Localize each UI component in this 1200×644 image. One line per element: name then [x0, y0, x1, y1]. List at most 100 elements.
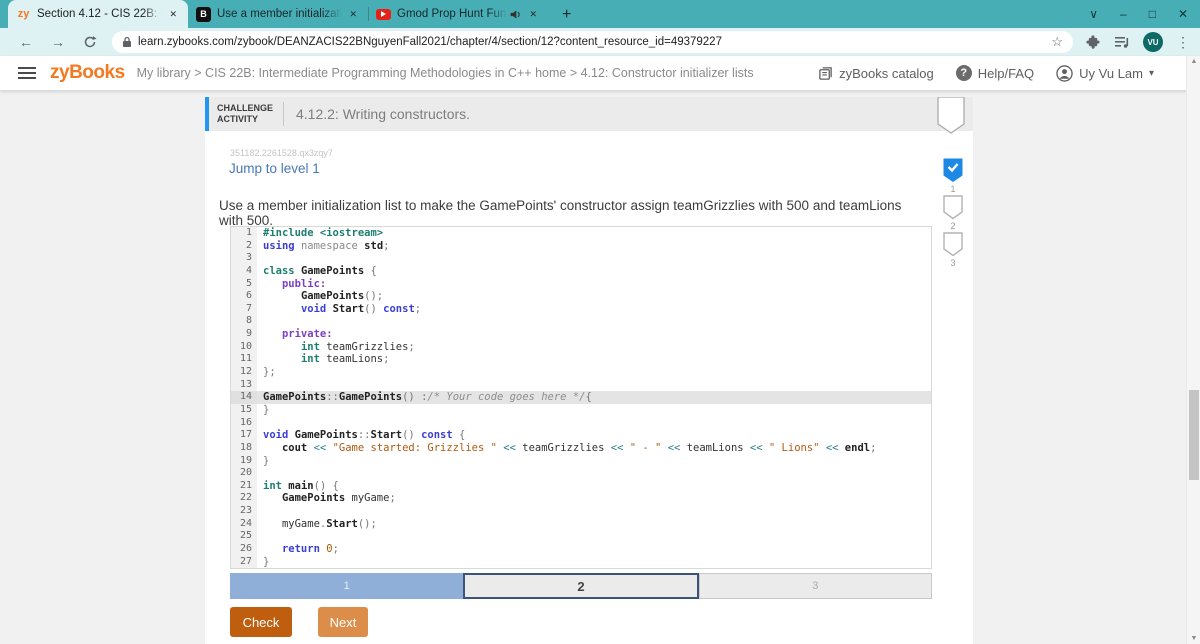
code-text: GamePoints myGame; — [281, 492, 396, 505]
line-number: 9 — [231, 328, 257, 341]
resource-id: 351182.2261528.qx3zqy7 — [230, 148, 333, 158]
close-window-icon[interactable]: ✕ — [1178, 0, 1188, 28]
line-number: 12 — [231, 366, 257, 379]
check-button[interactable]: Check — [230, 607, 292, 637]
level-progress-bar: 123 — [230, 573, 932, 599]
line-number: 18 — [231, 441, 257, 455]
code-line: 7 void Start() const; — [231, 302, 931, 316]
browser-tab[interactable]: B Use a member initialization list to✕ — [188, 0, 368, 28]
next-button[interactable]: Next — [318, 607, 368, 637]
level-shield-done-icon — [943, 158, 963, 182]
new-tab-button[interactable]: + — [558, 7, 575, 23]
code-line: 9 private: — [231, 328, 931, 341]
code-line: 12}; — [231, 366, 931, 379]
code-text: public: — [281, 277, 327, 290]
line-number: 4 — [231, 264, 257, 278]
code-line: 15} — [231, 403, 931, 417]
zybooks-catalog-link[interactable]: zyBooks catalog — [818, 66, 934, 81]
code-text: } — [263, 454, 270, 467]
help-faq-link[interactable]: ? Help/FAQ — [955, 65, 1034, 81]
scrollbar-up-icon[interactable]: ▲ — [1187, 58, 1200, 65]
line-number: 8 — [231, 315, 257, 329]
code-text: GamePoints::GamePoints() :/* Your code g… — [263, 391, 592, 404]
tab-close-icon[interactable]: ✕ — [526, 8, 540, 21]
profile-avatar[interactable]: VU — [1143, 32, 1163, 52]
code-text: class GamePoints { — [263, 264, 377, 277]
tab-strip: zySection 4.12 - CIS 22B: Intermedi✕BUse… — [0, 0, 548, 28]
line-number: 2 — [231, 239, 257, 253]
help-icon: ? — [955, 65, 972, 81]
scrollbar-down-icon[interactable]: ▼ — [1187, 635, 1200, 642]
line-number: 14 — [231, 391, 257, 404]
code-text: }; — [263, 366, 276, 379]
scrollbar-thumb[interactable] — [1189, 390, 1199, 480]
code-line: 19} — [231, 454, 931, 468]
line-number: 13 — [231, 378, 257, 392]
line-number: 21 — [231, 479, 257, 493]
extensions-puzzle-icon[interactable] — [1086, 34, 1101, 50]
line-number: 20 — [231, 467, 257, 480]
browser-menu-icon[interactable]: ⋮ — [1176, 34, 1190, 51]
maximize-icon[interactable]: □ — [1149, 0, 1156, 28]
tab-audio-icon[interactable] — [509, 8, 522, 21]
line-number: 11 — [231, 353, 257, 367]
code-text: void Start() const; — [300, 302, 422, 315]
tab-close-icon[interactable]: ✕ — [166, 8, 180, 21]
code-line: 22 GamePoints myGame; — [231, 492, 931, 506]
user-avatar-icon — [1056, 64, 1073, 82]
line-number: 24 — [231, 517, 257, 531]
code-line: 27} — [231, 555, 931, 569]
header-actions: zyBooks catalog ? Help/FAQ Uy Vu Lam ▾ — [818, 64, 1154, 82]
tab-search-chevron-icon[interactable]: ∨ — [1089, 0, 1098, 28]
code-text: int teamGrizzlies; — [300, 340, 415, 353]
code-line-editable[interactable]: 14 GamePoints::GamePoints() :/* Your code… — [231, 391, 931, 404]
bookmark-star-icon[interactable]: ☆ — [1051, 34, 1063, 50]
level-shield-icon — [943, 195, 963, 220]
line-number: 7 — [231, 302, 257, 316]
line-number: 27 — [231, 555, 257, 569]
level-number: 3 — [950, 258, 956, 268]
code-line: 1 #include <iostream> — [231, 227, 931, 240]
line-number: 5 — [231, 277, 257, 291]
level-rail: 1 2 3 — [943, 158, 963, 269]
reading-list-icon[interactable] — [1114, 35, 1130, 49]
user-menu[interactable]: Uy Vu Lam ▾ — [1056, 64, 1154, 82]
line-number: 10 — [231, 340, 257, 354]
breadcrumb[interactable]: My library > CIS 22B: Intermediate Progr… — [137, 66, 754, 80]
zybooks-catalog-label: zyBooks catalog — [839, 65, 934, 81]
challenge-activity-header: CHALLENGE ACTIVITY 4.12.2: Writing const… — [205, 97, 973, 134]
code-editor[interactable]: 1 #include <iostream> 2 using namespace std… — [230, 226, 932, 570]
back-icon[interactable]: ← — [19, 34, 33, 50]
hamburger-menu-icon[interactable] — [18, 67, 36, 79]
browser-tab[interactable]: zy Section 4.12 - CIS 22B: Intermedi✕ — [8, 0, 188, 28]
zybooks-logo[interactable]: zyBooks — [50, 62, 125, 84]
browser-tab[interactable]: Gmod Prop Hunt Funny Mom ✕ — [368, 0, 548, 28]
code-text: } — [263, 403, 270, 416]
code-line: 26 return 0; — [231, 543, 931, 556]
level-indicator: 3 — [943, 232, 963, 269]
instruction-text: Use a member initialization list to make… — [219, 198, 902, 228]
user-name: Uy Vu Lam — [1079, 65, 1143, 81]
tab-close-icon[interactable]: ✕ — [346, 8, 360, 21]
code-line: 3 — [231, 252, 931, 265]
code-line: 16 — [231, 416, 931, 430]
line-number: 6 — [231, 290, 257, 303]
line-number: 26 — [231, 543, 257, 556]
code-text: GamePoints(); — [300, 290, 384, 303]
reload-icon[interactable] — [83, 35, 97, 49]
browser-toolbar: ← → learn.zybooks.com/zybook/DEANZACIS22… — [0, 28, 1200, 56]
code-line: 4 class GamePoints { — [231, 264, 931, 278]
code-line: 25 — [231, 530, 931, 544]
jump-to-level-link[interactable]: Jump to level 1 — [229, 161, 320, 176]
code-line: 10 int teamGrizzlies; — [231, 340, 931, 354]
minimize-icon[interactable]: – — [1120, 0, 1127, 28]
page-scrollbar[interactable]: ▲ ▼ — [1186, 56, 1200, 644]
code-line: 18 cout << "Game started: Grizzlies " <<… — [231, 441, 931, 455]
challenge-activity-label: CHALLENGE ACTIVITY — [217, 102, 273, 124]
zybooks-favicon-icon: zy — [17, 8, 30, 20]
youtube-favicon-icon — [376, 8, 391, 20]
address-bar[interactable]: learn.zybooks.com/zybook/DEANZACIS22BNgu… — [112, 31, 1073, 53]
forward-icon[interactable]: → — [51, 34, 65, 50]
